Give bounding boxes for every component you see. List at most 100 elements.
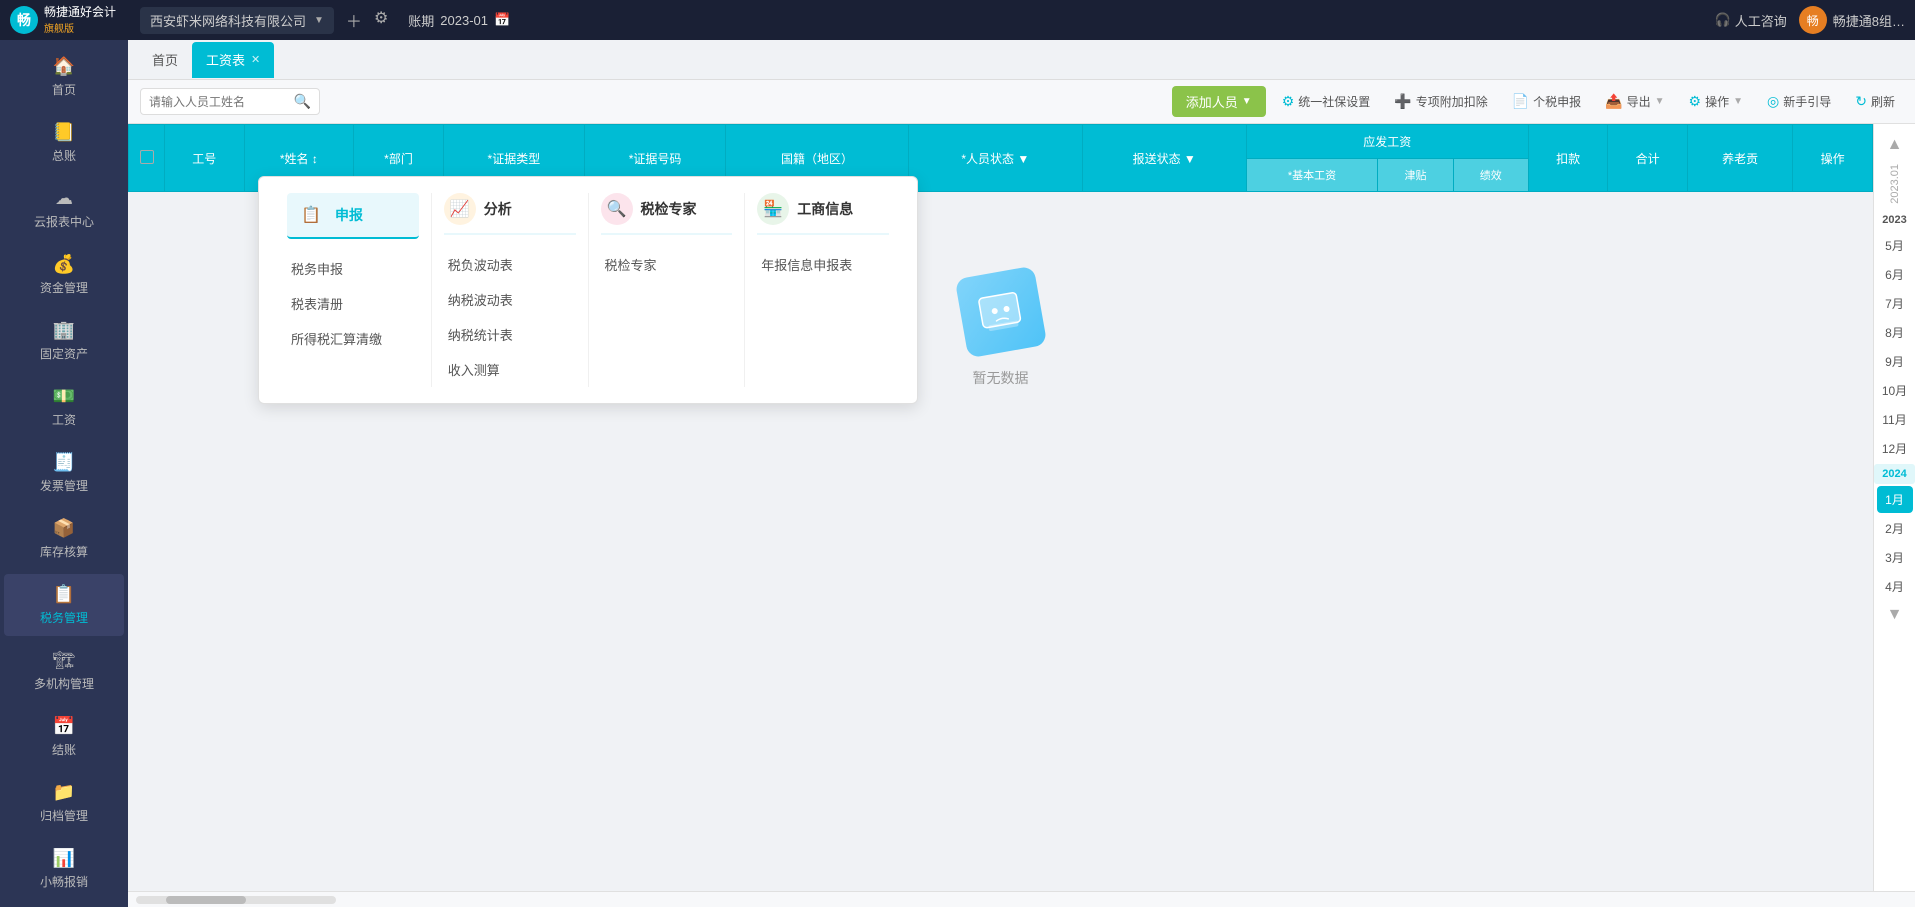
sidebar-item-inventory[interactable]: 📦 库存核算 — [4, 508, 124, 570]
add-employee-label: 添加人员 — [1186, 92, 1238, 111]
personal-tax-action[interactable]: 📄 个税申报 — [1504, 89, 1589, 114]
export-icon: 📤 — [1605, 93, 1622, 110]
sidebar-item-asset[interactable]: 🏢 固定资产 — [4, 310, 124, 372]
sidebar-item-salary[interactable]: 💵 工资 — [4, 376, 124, 438]
service-button[interactable]: 🎧 人工咨询 — [1715, 11, 1787, 30]
close-period-icon: 📅 — [53, 716, 75, 737]
fund-icon: 💰 — [53, 254, 75, 275]
month-2023-11[interactable]: 11月 — [1877, 406, 1913, 433]
th-performance: 绩效 — [1453, 159, 1528, 192]
dropdown-col-shenb: 📋 申报 税务申报 税表清册 所得税汇算清缴 — [275, 193, 432, 387]
month-2024-1[interactable]: 1月 — [1877, 486, 1913, 513]
dropdown-item-tax-form[interactable]: 税表清册 — [287, 286, 419, 321]
guide-action[interactable]: ◎ 新手引导 — [1759, 89, 1839, 114]
report-icon: 📊 — [53, 848, 75, 869]
add-company-icon[interactable]: ＋ — [342, 4, 366, 36]
month-2024-3[interactable]: 3月 — [1877, 544, 1913, 571]
personal-tax-icon: 📄 — [1512, 93, 1529, 110]
th-ops: 操作 — [1793, 125, 1873, 192]
ledger-icon: 📒 — [53, 122, 75, 143]
month-2023-12[interactable]: 12月 — [1877, 435, 1913, 462]
export-arrow: ▼ — [1655, 96, 1665, 107]
dropdown-header-biz[interactable]: 🏪 工商信息 — [757, 193, 889, 235]
sidebar-item-archive[interactable]: 📁 归档管理 — [4, 772, 124, 834]
calendar-icon[interactable]: 📅 — [494, 12, 510, 28]
dropdown-item-tax-burden[interactable]: 税负波动表 — [444, 247, 576, 282]
month-2023-10[interactable]: 10月 — [1877, 377, 1913, 404]
dropdown-item-tax-declare[interactable]: 税务申报 — [287, 251, 419, 286]
headset-icon: 🎧 — [1715, 12, 1731, 28]
search-input[interactable] — [149, 95, 288, 109]
dropdown-item-tax-stat[interactable]: 纳税统计表 — [444, 317, 576, 352]
tab-home[interactable]: 首页 — [138, 42, 192, 78]
month-2023-8[interactable]: 8月 — [1877, 319, 1913, 346]
month-2024-2[interactable]: 2月 — [1877, 515, 1913, 542]
refresh-action[interactable]: ↻ 刷新 — [1847, 89, 1903, 114]
refresh-label: 刷新 — [1871, 93, 1895, 110]
month-2023-6[interactable]: 6月 — [1877, 261, 1913, 288]
bottom-scrollbar[interactable] — [128, 891, 1915, 907]
biz-label: 工商信息 — [797, 199, 853, 219]
social-security-label: 统一社保设置 — [1298, 93, 1370, 110]
th-base-salary: *基本工资 — [1246, 159, 1378, 192]
period-value: 2023-01 — [440, 13, 488, 28]
logo-sub: 旗舰版 — [44, 20, 116, 35]
tab-salary-close[interactable]: ✕ — [251, 53, 260, 66]
right-panel-down[interactable]: ▼ — [1883, 602, 1907, 628]
special-deduction-action[interactable]: ➕ 专项附加扣除 — [1386, 89, 1495, 114]
dropdown-item-tax-flow[interactable]: 纳税波动表 — [444, 282, 576, 317]
month-2023-7[interactable]: 7月 — [1877, 290, 1913, 317]
taxe-icon: 🔍 — [601, 193, 633, 225]
sidebar-label-close: 结账 — [52, 741, 76, 758]
month-2024-4[interactable]: 4月 — [1877, 573, 1913, 600]
sidebar-item-ledger[interactable]: 📒 总账 — [4, 112, 124, 174]
dropdown-col-biz: 🏪 工商信息 年报信息申报表 — [745, 193, 901, 387]
top-bar: 畅 畅捷通好会计 旗舰版 西安虾米网络科技有限公司 ▼ ＋ ⚙ 账期 2023-… — [0, 0, 1915, 40]
home-icon: 🏠 — [53, 56, 75, 77]
right-panel-up[interactable]: ▲ — [1883, 132, 1907, 158]
shenb-icon: 📋 — [295, 199, 327, 231]
dropdown-header-analy[interactable]: 📈 分析 — [444, 193, 576, 235]
th-payroll: 应发工资 — [1246, 125, 1528, 159]
dropdown-item-annual-report[interactable]: 年报信息申报表 — [757, 247, 889, 282]
dropdown-col-analy: 📈 分析 税负波动表 纳税波动表 纳税统计表 收入测算 — [432, 193, 589, 387]
dropdown-item-income-tax[interactable]: 所得税汇算清缴 — [287, 321, 419, 356]
asset-icon: 🏢 — [53, 320, 75, 341]
th-pension: 养老贡 — [1687, 125, 1792, 192]
month-2023-9[interactable]: 9月 — [1877, 348, 1913, 375]
operation-action[interactable]: ⚙ 操作 ▼ — [1681, 89, 1751, 114]
user-info[interactable]: 畅 畅捷通8组… — [1799, 6, 1905, 34]
sidebar-item-tax[interactable]: 📋 税务管理 — [4, 574, 124, 636]
add-employee-button[interactable]: 添加人员 ▼ — [1172, 86, 1266, 117]
sidebar-item-close[interactable]: 📅 结账 — [4, 706, 124, 768]
logo[interactable]: 畅 畅捷通好会计 旗舰版 — [10, 5, 130, 34]
social-security-action[interactable]: ⚙ 统一社保设置 — [1274, 89, 1379, 114]
company-selector[interactable]: 西安虾米网络科技有限公司 ▼ — [140, 7, 334, 34]
month-2023-5[interactable]: 5月 — [1877, 232, 1913, 259]
th-total: 合计 — [1608, 125, 1688, 192]
sidebar-item-invoice[interactable]: 🧾 发票管理 — [4, 442, 124, 504]
dropdown-item-income-calc[interactable]: 收入测算 — [444, 352, 576, 387]
sidebar-item-cloud-report[interactable]: ☁ 云报表中心 — [4, 178, 124, 240]
sidebar-item-report[interactable]: 📊 小畅报销 — [4, 838, 124, 900]
right-panel: ▲ 2023.01 2023 5月 6月 7月 8月 9月 10月 11月 12… — [1873, 124, 1915, 891]
sidebar-item-home[interactable]: 🏠 首页 — [4, 46, 124, 108]
settings-icon[interactable]: ⚙ — [370, 4, 392, 36]
archive-icon: 📁 — [53, 782, 75, 803]
invoice-icon: 🧾 — [53, 452, 75, 473]
sidebar-item-multi-org[interactable]: 🏗 多机构管理 — [4, 640, 124, 702]
user-avatar: 畅 — [1799, 6, 1827, 34]
select-all-checkbox[interactable] — [140, 150, 154, 164]
search-input-wrap[interactable]: 🔍 — [140, 88, 320, 115]
tab-salary[interactable]: 工资表 ✕ — [192, 42, 274, 78]
tab-home-label: 首页 — [152, 50, 178, 69]
dropdown-header-shenb[interactable]: 📋 申报 — [287, 193, 419, 239]
dropdown-header-taxe[interactable]: 🔍 税检专家 — [601, 193, 733, 235]
dropdown-item-tax-expert[interactable]: 税检专家 — [601, 247, 733, 282]
search-icon: 🔍 — [294, 93, 311, 110]
th-check[interactable] — [129, 125, 165, 192]
sidebar-item-fund[interactable]: 💰 资金管理 — [4, 244, 124, 306]
service-label: 人工咨询 — [1735, 11, 1787, 30]
year-2023-label: 2023 — [1878, 210, 1910, 230]
export-action[interactable]: 📤 导出 ▼ — [1597, 89, 1672, 114]
